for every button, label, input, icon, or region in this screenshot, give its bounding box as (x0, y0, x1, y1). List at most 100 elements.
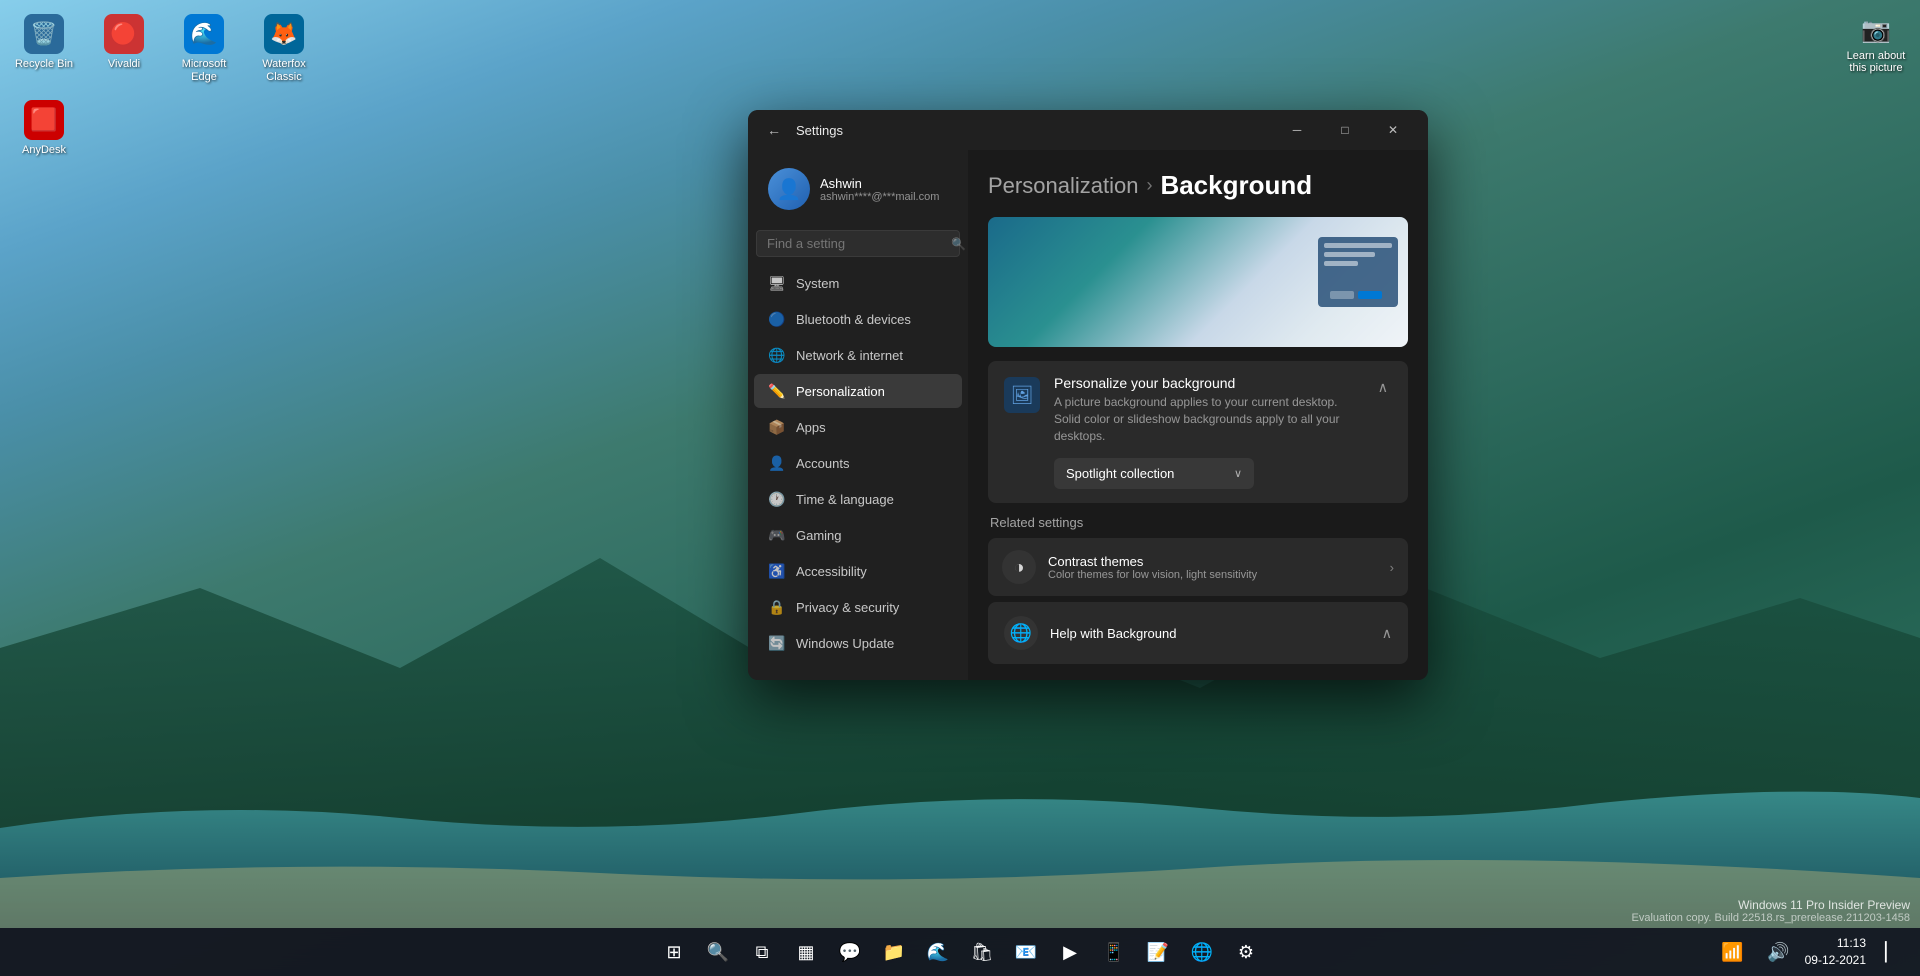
gaming-icon: 🎮 (768, 526, 786, 544)
dropdown-value: Spotlight collection (1066, 466, 1174, 481)
system-icon: 🖥 (768, 274, 786, 292)
sidebar-item-windows-update[interactable]: 🔄 Windows Update (754, 626, 962, 660)
system-label: System (796, 276, 839, 291)
sidebar-item-network[interactable]: 🌐 Network & internet (754, 338, 962, 372)
help-title: Help with Background (1050, 626, 1176, 641)
minimize-button[interactable]: ─ (1274, 114, 1320, 146)
start-button[interactable]: ⊞ (654, 932, 694, 972)
accessibility-label: Accessibility (796, 564, 867, 579)
edge-icon[interactable]: 🌊 Microsoft Edge (170, 10, 238, 88)
sidebar-item-time-language[interactable]: 🕐 Time & language (754, 482, 962, 516)
close-button[interactable]: ✕ (1370, 114, 1416, 146)
vivaldi-icon[interactable]: 🔴 Vivaldi (90, 10, 158, 88)
sidebar-item-accessibility[interactable]: ♿ Accessibility (754, 554, 962, 588)
bluetooth-label: Bluetooth & devices (796, 312, 911, 327)
accounts-label: Accounts (796, 456, 849, 471)
settings-main: Personalization › Background (968, 150, 1428, 680)
waterfox-label: Waterfox Classic (254, 58, 314, 84)
search-icon: 🔍 (951, 237, 966, 251)
network-taskbar-icon[interactable]: 📶 (1713, 932, 1753, 972)
sidebar-item-privacy[interactable]: 🔒 Privacy & security (754, 590, 962, 624)
preview-buttons (1330, 291, 1382, 299)
personalize-card: 🖼 Personalize your background A picture … (988, 361, 1408, 503)
personalize-header: 🖼 Personalize your background A picture … (988, 361, 1408, 458)
camera-icon: 📷 (1856, 10, 1896, 50)
learn-about-icon[interactable]: 📷 Learn about this picture (1842, 10, 1910, 74)
taskbar-right: 📶 🔊 11:13 09-12-2021 ▏ (1713, 932, 1912, 972)
sidebar-item-system[interactable]: 🖥 System (754, 266, 962, 300)
window-controls: ─ □ ✕ (1274, 114, 1416, 146)
task-view-button[interactable]: ⧉ (742, 932, 782, 972)
explorer-button[interactable]: 📁 (874, 932, 914, 972)
help-left: 🌐 Help with Background (1004, 616, 1176, 650)
search-box: 🔍 (756, 230, 960, 257)
user-email: ashwin****@***mail.com (820, 191, 939, 203)
accessibility-icon: ♿ (768, 562, 786, 580)
apps-label: Apps (796, 420, 826, 435)
waterfox-img: 🦊 (264, 14, 304, 54)
background-type-dropdown[interactable]: Spotlight collection ∨ (1054, 458, 1254, 489)
show-desktop-button[interactable]: ▏ (1872, 932, 1912, 972)
personalization-label: Personalization (796, 384, 885, 399)
edge-label: Microsoft Edge (174, 58, 234, 84)
chat-button[interactable]: 💬 (830, 932, 870, 972)
search-button[interactable]: 🔍 (698, 932, 738, 972)
desktop-icon-row-2: 🟥 AnyDesk (10, 96, 318, 161)
preview-line-2 (1324, 252, 1375, 257)
dropdown-container: Spotlight collection ∨ (988, 458, 1408, 503)
preview-line-3 (1324, 261, 1358, 266)
privacy-label: Privacy & security (796, 600, 899, 615)
settings-taskbar-button[interactable]: ⚙ (1226, 932, 1266, 972)
notepad-button[interactable]: 📝 (1138, 932, 1178, 972)
back-button[interactable]: ← (760, 116, 788, 144)
sidebar-item-gaming[interactable]: 🎮 Gaming (754, 518, 962, 552)
anydesk-icon[interactable]: 🟥 AnyDesk (10, 96, 78, 161)
build-info: Windows 11 Pro Insider Preview Evaluatio… (1632, 898, 1910, 924)
widgets-button[interactable]: ▦ (786, 932, 826, 972)
user-avatar: 👤 (768, 168, 810, 210)
preview-overlay (1318, 237, 1398, 307)
time-icon: 🕐 (768, 490, 786, 508)
taskbar-time: 11:13 (1837, 935, 1866, 952)
desktop-icons-container: 🗑️ Recycle Bin 🔴 Vivaldi 🌊 Microsoft Edg… (10, 10, 318, 162)
sidebar-item-apps[interactable]: 📦 Apps (754, 410, 962, 444)
recycle-bin-label: Recycle Bin (15, 58, 73, 71)
contrast-themes-icon: ◑ (1002, 550, 1036, 584)
chrome-button[interactable]: 🌐 (1182, 932, 1222, 972)
anydesk-label: AnyDesk (22, 144, 66, 157)
personalize-title: Personalize your background (1054, 375, 1360, 391)
edge-taskbar-button[interactable]: 🌊 (918, 932, 958, 972)
breadcrumb-parent: Personalization (988, 173, 1138, 199)
breadcrumb: Personalization › Background (988, 170, 1408, 201)
phone-button[interactable]: 📱 (1094, 932, 1134, 972)
anydesk-img: 🟥 (24, 100, 64, 140)
maximize-button[interactable]: □ (1322, 114, 1368, 146)
update-label: Windows Update (796, 636, 894, 651)
sidebar-item-accounts[interactable]: 👤 Accounts (754, 446, 962, 480)
sidebar-item-personalization[interactable]: ✏️ Personalization (754, 374, 962, 408)
clock-area[interactable]: 11:13 09-12-2021 (1805, 935, 1866, 969)
personalize-desc: A picture background applies to your cur… (1054, 394, 1360, 444)
learn-about-label: Learn about this picture (1842, 50, 1910, 74)
volume-icon[interactable]: 🔊 (1759, 932, 1799, 972)
build-line2: Evaluation copy. Build 22518.rs_prerelea… (1632, 912, 1910, 924)
help-chevron[interactable]: ∧ (1382, 625, 1392, 642)
contrast-themes-item[interactable]: ◑ Contrast themes Color themes for low v… (988, 538, 1408, 596)
sidebar-item-bluetooth[interactable]: 🔵 Bluetooth & devices (754, 302, 962, 336)
mail-button[interactable]: 📧 (1006, 932, 1046, 972)
waterfox-icon[interactable]: 🦊 Waterfox Classic (250, 10, 318, 88)
breadcrumb-separator: › (1146, 175, 1152, 196)
user-profile[interactable]: 👤 Ashwin ashwin****@***mail.com (754, 158, 962, 226)
search-input[interactable] (767, 236, 943, 251)
title-bar: ← Settings ─ □ ✕ (748, 110, 1428, 150)
store-button[interactable]: 🛍 (962, 932, 1002, 972)
recycle-bin-icon[interactable]: 🗑️ Recycle Bin (10, 10, 78, 88)
taskbar-center: ⊞ 🔍 ⧉ ▦ 💬 📁 🌊 🛍 📧 ▶ 📱 📝 🌐 ⚙ (654, 932, 1266, 972)
background-preview (988, 217, 1408, 347)
privacy-icon: 🔒 (768, 598, 786, 616)
vivaldi-img: 🔴 (104, 14, 144, 54)
window-title: Settings (788, 123, 1274, 138)
media-button[interactable]: ▶ (1050, 932, 1090, 972)
personalize-chevron[interactable]: ∧ (1374, 375, 1392, 400)
preview-btn-gray (1330, 291, 1354, 299)
